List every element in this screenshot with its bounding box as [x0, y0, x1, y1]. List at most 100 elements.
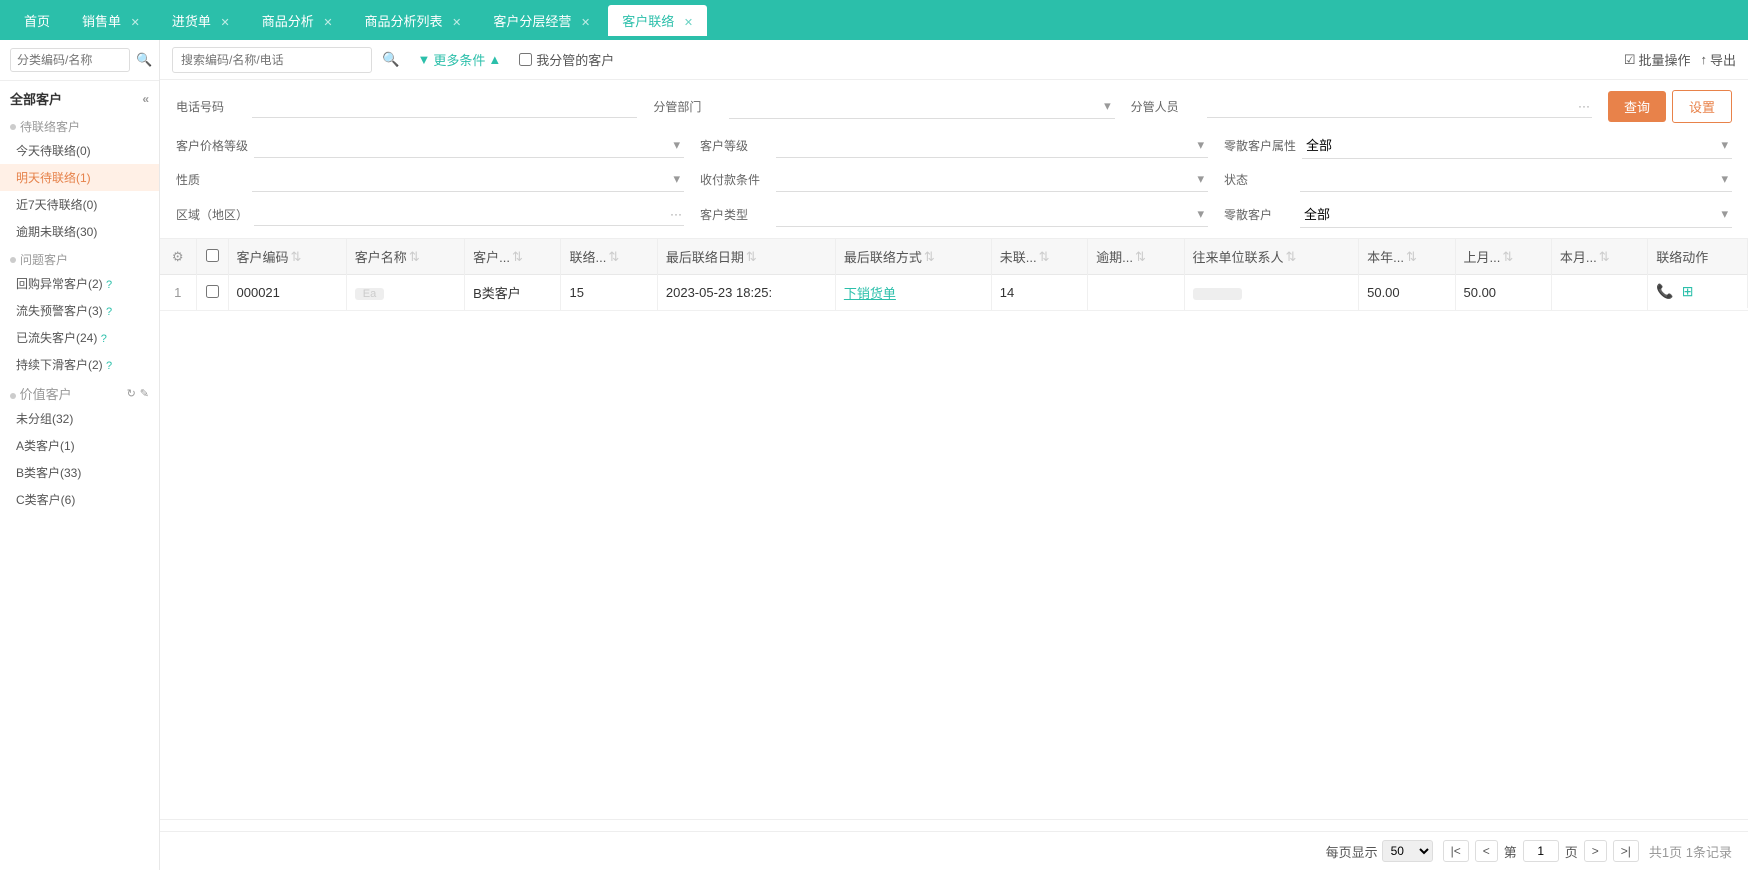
close-sales-icon[interactable]: ✕: [131, 17, 140, 29]
chevron-down-icon-retail: ▾: [1721, 137, 1728, 153]
horizontal-scroll[interactable]: [160, 819, 1748, 831]
sort-not-contacted[interactable]: 未联... ⇅: [1000, 247, 1050, 266]
row-last-method-link[interactable]: 下销货单: [844, 286, 896, 301]
chevron-down-icon-payment: ▾: [1197, 171, 1204, 187]
sort-contacts[interactable]: 联络... ⇅: [569, 247, 619, 266]
col-gear[interactable]: ⚙: [160, 239, 196, 275]
filter-payment-label: 收付款条件: [700, 171, 770, 188]
sort-overdue[interactable]: 逾期... ⇅: [1096, 247, 1146, 266]
sort-name[interactable]: 客户名称 ⇅: [355, 247, 420, 266]
table-footer: 每页显示 10 20 50 100 |< < 第 页 > >| 共1页 1条记录: [160, 831, 1748, 870]
sort-company-contact[interactable]: 往来单位联系人 ⇅: [1193, 247, 1297, 266]
filter-search-input[interactable]: [172, 47, 372, 73]
sort-last-method[interactable]: 最后联络方式 ⇅: [844, 247, 935, 266]
close-product-analysis-icon[interactable]: ✕: [323, 17, 332, 29]
sidebar-item-overdue[interactable]: 逾期未联络(30): [0, 218, 159, 245]
sidebar-item-today[interactable]: 今天待联络(0): [0, 137, 159, 164]
nav-customer-tier[interactable]: 客户分层经营 ✕: [479, 5, 604, 36]
my-customers-checkbox[interactable]: [519, 53, 532, 66]
filter-search-button[interactable]: 🔍: [382, 51, 399, 68]
sort-last-month[interactable]: 上月... ⇅: [1464, 247, 1514, 266]
filter-price-level-label: 客户价格等级: [176, 137, 248, 154]
close-tier-icon[interactable]: ✕: [581, 17, 590, 29]
filter-status-select[interactable]: ▾: [1300, 167, 1732, 192]
prev-page-button[interactable]: <: [1475, 840, 1498, 862]
col-code: 客户编码 ⇅: [228, 239, 346, 275]
filter-customer-level-select[interactable]: ▾: [776, 133, 1208, 158]
sidebar-item-abnormal[interactable]: 回购异常客户(2) ?: [0, 270, 159, 297]
sort-type[interactable]: 客户... ⇅: [473, 247, 523, 266]
set-button[interactable]: 设置: [1672, 90, 1732, 123]
sort-last-date[interactable]: 最后联络日期 ⇅: [666, 247, 757, 266]
last-page-button[interactable]: >|: [1613, 840, 1639, 862]
col-checkbox[interactable]: [196, 239, 228, 275]
row-company-contact-value: [1193, 288, 1242, 300]
sort-this-month[interactable]: 本月... ⇅: [1560, 247, 1610, 266]
gear-settings-icon[interactable]: ⚙: [172, 249, 184, 264]
sort-icon-contacts: ⇅: [608, 249, 619, 265]
close-product-list-icon[interactable]: ✕: [452, 17, 461, 29]
sidebar-item-tomorrow[interactable]: 明天待联络(1): [0, 164, 159, 191]
nav-purchase[interactable]: 进货单 ✕: [158, 5, 244, 36]
nav-product-analysis-list[interactable]: 商品分析列表 ✕: [351, 5, 476, 36]
filter-price-level-select[interactable]: ▾: [254, 133, 684, 158]
main-layout: 🔍 全部客户 « 待联络客户 今天待联络(0) 明天待联络(1) 近7天待联络(…: [0, 40, 1748, 870]
sidebar-item-class-a[interactable]: A类客户(1): [0, 432, 159, 459]
sort-this-year[interactable]: 本年... ⇅: [1367, 247, 1417, 266]
edit-icon[interactable]: ✎: [140, 387, 149, 400]
filter-nature-select[interactable]: ▾: [252, 167, 684, 192]
export-button[interactable]: ↑ 导出: [1700, 50, 1736, 69]
filter-retail-customer-label: 零散客户: [1224, 206, 1294, 223]
filter-dept: 分管部门 ▾: [653, 94, 1114, 119]
sidebar-item-7days[interactable]: 近7天待联络(0): [0, 191, 159, 218]
filter-price-level: 客户价格等级 ▾: [176, 133, 684, 158]
nav-sales[interactable]: 销售单 ✕: [68, 5, 154, 36]
sidebar-item-class-b[interactable]: B类客户(33): [0, 459, 159, 486]
my-customers-checkbox-label[interactable]: 我分管的客户: [519, 50, 614, 69]
nav-customer-contact[interactable]: 客户联络 ✕: [608, 5, 707, 36]
sidebar-item-class-c[interactable]: C类客户(6): [0, 486, 159, 513]
close-contact-icon[interactable]: ✕: [684, 17, 693, 29]
filter-customer-type-select[interactable]: ▾: [776, 202, 1208, 227]
batch-op-button[interactable]: ☑ 批量操作: [1624, 50, 1691, 69]
row-last-method[interactable]: 下销货单: [835, 275, 991, 311]
sidebar-item-declining[interactable]: 持续下滑客户(2) ?: [0, 351, 159, 378]
col-last-date-label: 最后联络日期: [666, 247, 744, 266]
action-grid-icon[interactable]: ⊞: [1682, 283, 1694, 300]
page-number-input[interactable]: [1523, 840, 1559, 862]
sidebar-item-ungrouped[interactable]: 未分组(32): [0, 405, 159, 432]
sidebar-item-lost[interactable]: 已流失客户(24) ?: [0, 324, 159, 351]
next-page-button[interactable]: >: [1584, 840, 1607, 862]
sort-icon-last-method: ⇅: [924, 249, 935, 265]
first-page-button[interactable]: |<: [1443, 840, 1469, 862]
refresh-icon[interactable]: ↻: [127, 387, 136, 400]
filter-retail-attr-select[interactable]: 全部 ▾: [1302, 131, 1732, 159]
filter-phone-input[interactable]: [252, 95, 637, 118]
per-page-select[interactable]: 10 20 50 100: [1382, 840, 1433, 862]
filter-more-button[interactable]: ▼ 更多条件 ▲: [409, 46, 509, 73]
action-phone-icon[interactable]: 📞: [1656, 283, 1673, 300]
col-this-month: 本月... ⇅: [1551, 239, 1647, 275]
filter-dept-select[interactable]: ▾: [729, 94, 1114, 119]
filter-person: 分管人员 ···: [1131, 95, 1592, 118]
filter-person-dots[interactable]: ···: [1578, 99, 1590, 113]
filter-region-dots[interactable]: ···: [670, 207, 682, 221]
nav-home[interactable]: 首页: [10, 5, 64, 36]
sidebar-search-input[interactable]: [10, 48, 130, 72]
row-checkbox-cell[interactable]: [196, 275, 228, 311]
row-this-month: [1551, 275, 1647, 311]
select-all-checkbox[interactable]: [206, 249, 219, 262]
query-button[interactable]: 查询: [1608, 91, 1666, 122]
sidebar-item-lost-warning[interactable]: 流失预警客户(3) ?: [0, 297, 159, 324]
filter-payment-select[interactable]: ▾: [776, 167, 1208, 192]
col-type: 客户... ⇅: [465, 239, 561, 275]
close-purchase-icon[interactable]: ✕: [220, 17, 229, 29]
filter-retail-customer-select[interactable]: 全部 ▾: [1300, 200, 1732, 228]
row-checkbox[interactable]: [206, 285, 219, 298]
group-title-problem: 问题客户: [0, 245, 159, 270]
nav-product-analysis[interactable]: 商品分析 ✕: [248, 5, 347, 36]
sort-code[interactable]: 客户编码 ⇅: [237, 247, 302, 266]
sidebar-search-icon[interactable]: 🔍: [136, 52, 152, 68]
collapse-icon[interactable]: «: [142, 92, 149, 106]
all-customers-header: 全部客户 «: [0, 81, 159, 112]
